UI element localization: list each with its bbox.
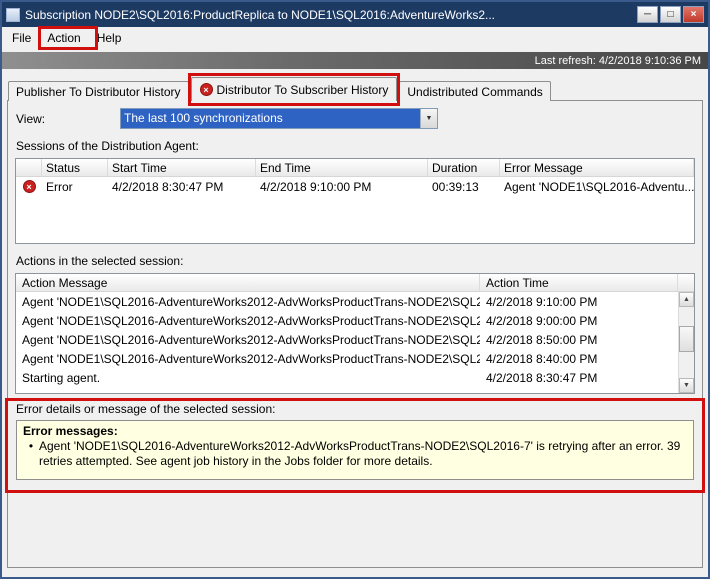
scroll-up-icon[interactable]: ▲ — [679, 292, 694, 307]
action-row[interactable]: Starting agent. 4/2/2018 8:30:47 PM — [16, 368, 678, 387]
scrollbar-thumb[interactable] — [679, 326, 694, 352]
column-header-duration[interactable]: Duration — [428, 159, 500, 176]
maximize-button[interactable]: □ — [660, 6, 681, 23]
sessions-section-label: Sessions of the Distribution Agent: — [16, 139, 694, 154]
column-header-icon[interactable] — [16, 159, 42, 176]
minimize-icon: ─ — [644, 10, 651, 20]
column-header-scrollbar-stub — [678, 274, 694, 291]
menu-action[interactable]: Action — [39, 27, 88, 49]
tab-label: Undistributed Commands — [407, 85, 542, 99]
sessions-table: Status Start Time End Time Duration Erro… — [15, 158, 695, 244]
error-details-box: Error messages: • Agent 'NODE1\SQL2016-A… — [16, 420, 694, 480]
menu-help[interactable]: Help — [89, 27, 130, 49]
tab-label: Publisher To Distributor History — [16, 85, 181, 99]
session-error-message: Agent 'NODE1\SQL2016-Adventu... — [500, 180, 694, 194]
action-row[interactable]: Agent 'NODE1\SQL2016-AdventureWorks2012-… — [16, 311, 678, 330]
column-header-status[interactable]: Status — [42, 159, 108, 176]
tab-distributor-to-subscriber-history[interactable]: × Distributor To Subscriber History — [191, 77, 398, 101]
action-time: 4/2/2018 8:40:00 PM — [480, 352, 678, 366]
session-start-time: 4/2/2018 8:30:47 PM — [108, 180, 256, 194]
error-message-line: • Agent 'NODE1\SQL2016-AdventureWorks201… — [23, 439, 687, 469]
action-message: Agent 'NODE1\SQL2016-AdventureWorks2012-… — [16, 314, 480, 328]
maximize-icon: □ — [667, 10, 673, 20]
scroll-down-icon[interactable]: ▼ — [679, 378, 694, 393]
tab-undistributed-commands[interactable]: Undistributed Commands — [399, 81, 550, 101]
error-messages-heading: Error messages: — [23, 424, 687, 438]
action-time: 4/2/2018 9:10:00 PM — [480, 295, 678, 309]
actions-table-empty-area — [16, 387, 678, 393]
view-label: View: — [16, 112, 120, 126]
error-icon: × — [23, 180, 36, 193]
session-status: Error — [42, 180, 108, 194]
actions-table-header: Action Message Action Time — [16, 274, 694, 292]
action-message: Agent 'NODE1\SQL2016-AdventureWorks2012-… — [16, 295, 480, 309]
window-icon — [6, 8, 20, 22]
error-message-text: Agent 'NODE1\SQL2016-AdventureWorks2012-… — [39, 439, 687, 469]
tab-page-panel: View: The last 100 synchronizations ▼ Se… — [7, 100, 703, 568]
tab-label: Distributor To Subscriber History — [217, 83, 389, 97]
column-header-action-message[interactable]: Action Message — [16, 274, 480, 291]
actions-table: Action Message Action Time Agent 'NODE1\… — [15, 273, 695, 394]
view-combobox[interactable]: The last 100 synchronizations ▼ — [120, 108, 438, 129]
last-refresh-text: Last refresh: 4/2/2018 9:10:36 PM — [535, 55, 701, 67]
column-header-start-time[interactable]: Start Time — [108, 159, 256, 176]
actions-rows: Agent 'NODE1\SQL2016-AdventureWorks2012-… — [16, 292, 678, 393]
session-end-time: 4/2/2018 9:10:00 PM — [256, 180, 428, 194]
actions-section-label: Actions in the selected session: — [16, 254, 694, 269]
action-message: Agent 'NODE1\SQL2016-AdventureWorks2012-… — [16, 352, 480, 366]
vertical-scrollbar[interactable]: ▲ ▼ — [678, 292, 694, 393]
sessions-table-empty-area — [16, 196, 694, 243]
window-buttons: ─ □ × — [637, 6, 704, 23]
column-header-error-message[interactable]: Error Message — [500, 159, 694, 176]
close-icon: × — [691, 10, 697, 20]
replication-monitor-window: Subscription NODE2\SQL2016:ProductReplic… — [0, 0, 710, 579]
action-message: Starting agent. — [16, 371, 480, 385]
session-row[interactable]: × Error 4/2/2018 8:30:47 PM 4/2/2018 9:1… — [16, 177, 694, 196]
action-time: 4/2/2018 8:50:00 PM — [480, 333, 678, 347]
tab-publisher-to-distributor-history[interactable]: Publisher To Distributor History — [8, 81, 189, 101]
view-row: View: The last 100 synchronizations ▼ — [16, 108, 694, 129]
close-button[interactable]: × — [683, 6, 704, 23]
bullet-icon: • — [23, 439, 39, 469]
error-icon: × — [200, 83, 213, 96]
minimize-button[interactable]: ─ — [637, 6, 658, 23]
last-refresh-bar: Last refresh: 4/2/2018 9:10:36 PM — [2, 52, 708, 69]
action-time: 4/2/2018 9:00:00 PM — [480, 314, 678, 328]
action-row[interactable]: Agent 'NODE1\SQL2016-AdventureWorks2012-… — [16, 349, 678, 368]
chevron-down-icon[interactable]: ▼ — [420, 109, 437, 128]
menu-file[interactable]: File — [4, 27, 39, 49]
view-combobox-value[interactable]: The last 100 synchronizations — [121, 109, 420, 128]
action-row[interactable]: Agent 'NODE1\SQL2016-AdventureWorks2012-… — [16, 292, 678, 311]
window-title: Subscription NODE2\SQL2016:ProductReplic… — [25, 8, 637, 22]
column-header-end-time[interactable]: End Time — [256, 159, 428, 176]
titlebar[interactable]: Subscription NODE2\SQL2016:ProductReplic… — [2, 2, 708, 27]
error-details-section: Error details or message of the selected… — [16, 402, 694, 480]
column-header-action-time[interactable]: Action Time — [480, 274, 678, 291]
action-time: 4/2/2018 8:30:47 PM — [480, 371, 678, 385]
session-duration: 00:39:13 — [428, 180, 500, 194]
action-message: Agent 'NODE1\SQL2016-AdventureWorks2012-… — [16, 333, 480, 347]
sessions-table-header: Status Start Time End Time Duration Erro… — [16, 159, 694, 177]
menubar: File Action Help — [2, 27, 708, 49]
tab-strip: Publisher To Distributor History × Distr… — [8, 77, 708, 101]
error-details-label: Error details or message of the selected… — [16, 402, 694, 417]
actions-table-body: Agent 'NODE1\SQL2016-AdventureWorks2012-… — [16, 292, 694, 393]
action-row[interactable]: Agent 'NODE1\SQL2016-AdventureWorks2012-… — [16, 330, 678, 349]
